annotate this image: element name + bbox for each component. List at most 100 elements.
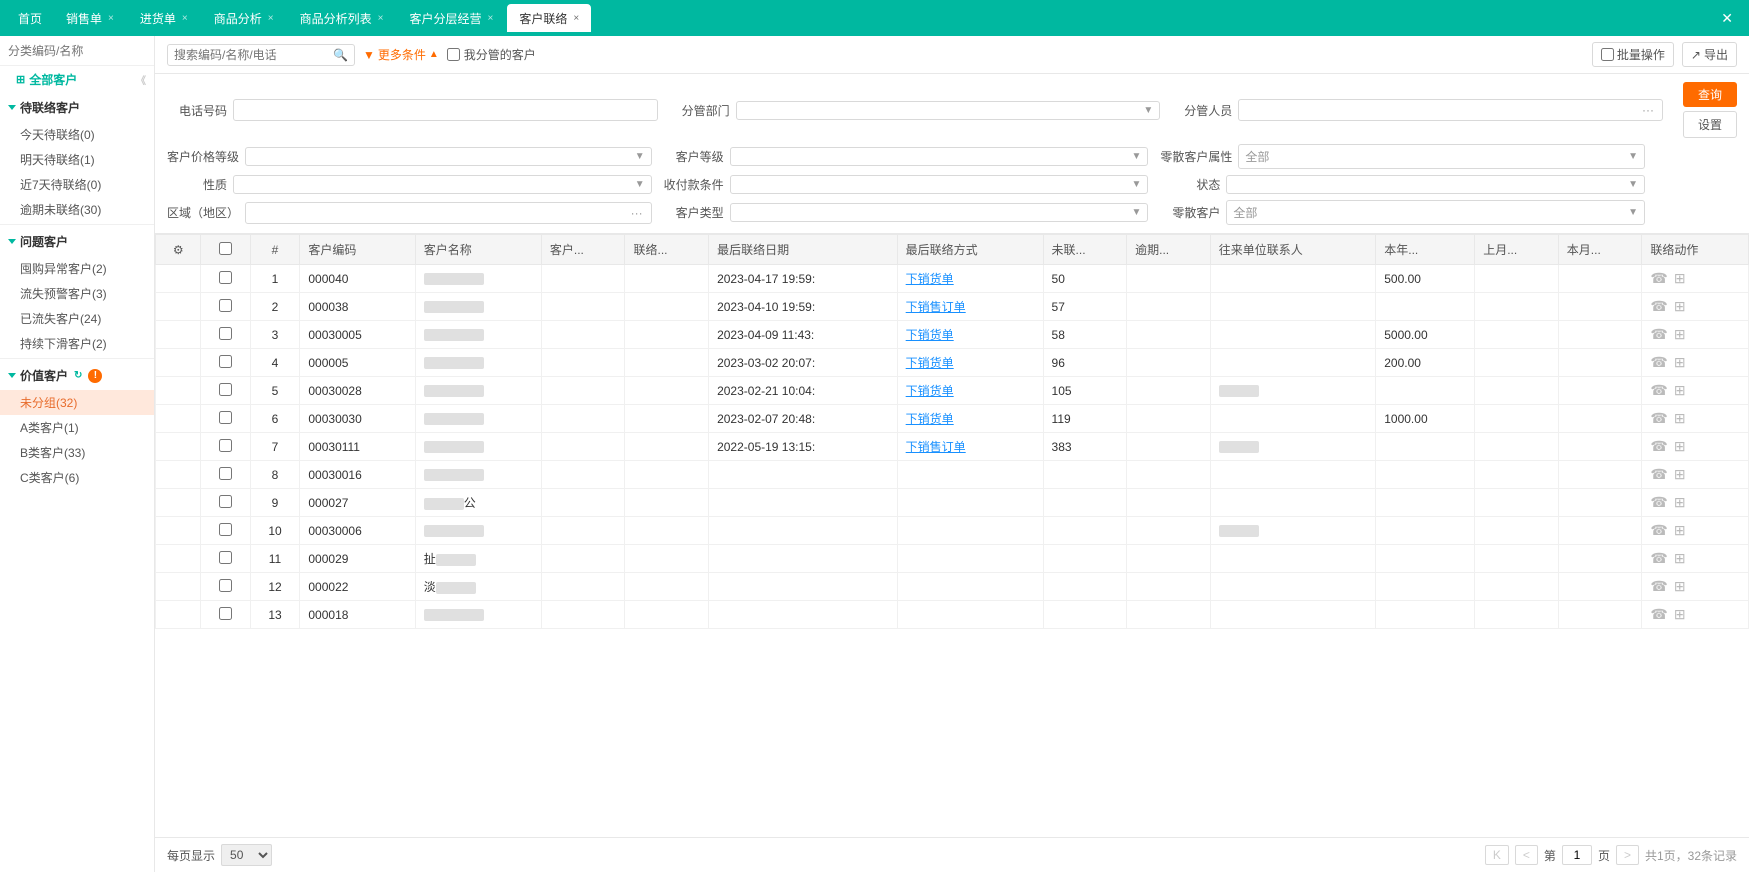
phone-action-icon[interactable]: ☎ bbox=[1650, 606, 1667, 623]
price-grade-select[interactable]: ▼ bbox=[245, 147, 652, 166]
sidebar-item-a-class[interactable]: A类客户(1) bbox=[0, 415, 154, 440]
retail-select[interactable]: 全部 ▼ bbox=[1226, 200, 1645, 225]
sidebar-item-churned[interactable]: 已流失客户(24) bbox=[0, 306, 154, 331]
retail-attr-select[interactable]: 全部 ▼ bbox=[1238, 144, 1645, 169]
contact-method-link[interactable]: 下销货单 bbox=[906, 272, 954, 286]
phone-action-icon[interactable]: ☎ bbox=[1650, 354, 1667, 371]
nav-home[interactable]: 首页 bbox=[8, 10, 52, 27]
first-page-btn[interactable]: K bbox=[1485, 845, 1509, 865]
phone-action-icon[interactable]: ☎ bbox=[1650, 382, 1667, 399]
more-icon[interactable]: ··· bbox=[1640, 103, 1656, 117]
window-close-button[interactable]: ✕ bbox=[1713, 10, 1741, 27]
phone-action-icon[interactable]: ☎ bbox=[1650, 410, 1667, 427]
sidebar-group-value[interactable]: 价值客户 ↻ ! bbox=[0, 361, 154, 390]
more-icon[interactable]: ··· bbox=[629, 206, 645, 220]
next-page-btn[interactable]: > bbox=[1616, 845, 1639, 865]
phone-action-icon[interactable]: ☎ bbox=[1650, 438, 1667, 455]
nav-tab-customer-contact[interactable]: 客户联络 × bbox=[507, 4, 591, 32]
row-checkbox[interactable] bbox=[219, 383, 232, 396]
close-icon[interactable]: × bbox=[378, 13, 384, 24]
payment-select[interactable]: ▼ bbox=[730, 175, 1149, 194]
grid-action-icon[interactable]: ⊞ bbox=[1674, 466, 1686, 483]
close-icon[interactable]: × bbox=[573, 13, 579, 24]
page-number-input[interactable] bbox=[1562, 845, 1592, 865]
col-settings[interactable]: ⚙ bbox=[156, 235, 201, 265]
phone-action-icon[interactable]: ☎ bbox=[1650, 494, 1667, 511]
close-icon[interactable]: × bbox=[487, 13, 493, 24]
row-checkbox[interactable] bbox=[219, 411, 232, 424]
row-checkbox[interactable] bbox=[219, 327, 232, 340]
reset-button[interactable]: 设置 bbox=[1683, 111, 1737, 138]
phone-action-icon[interactable]: ☎ bbox=[1650, 550, 1667, 567]
my-customers-check[interactable] bbox=[447, 48, 460, 61]
sidebar-group-problem[interactable]: 问题客户 bbox=[0, 227, 154, 256]
row-checkbox[interactable] bbox=[219, 579, 232, 592]
contact-method-link[interactable]: 下销售订单 bbox=[906, 300, 966, 314]
grid-action-icon[interactable]: ⊞ bbox=[1674, 270, 1686, 287]
grid-action-icon[interactable]: ⊞ bbox=[1674, 298, 1686, 315]
grid-action-icon[interactable]: ⊞ bbox=[1674, 438, 1686, 455]
grid-action-icon[interactable]: ⊞ bbox=[1674, 522, 1686, 539]
row-checkbox[interactable] bbox=[219, 271, 232, 284]
grid-action-icon[interactable]: ⊞ bbox=[1674, 354, 1686, 371]
sidebar-item-abnormal[interactable]: 囤购异常客户(2) bbox=[0, 256, 154, 281]
customer-grade-select[interactable]: ▼ bbox=[730, 147, 1149, 166]
nature-select[interactable]: ▼ bbox=[233, 175, 652, 194]
contact-method-link[interactable]: 下销货单 bbox=[906, 384, 954, 398]
prev-page-btn[interactable]: < bbox=[1515, 845, 1538, 865]
contact-method-link[interactable]: 下销货单 bbox=[906, 412, 954, 426]
batch-operation-btn[interactable]: 批量操作 bbox=[1592, 42, 1674, 67]
row-checkbox[interactable] bbox=[219, 495, 232, 508]
phone-action-icon[interactable]: ☎ bbox=[1650, 578, 1667, 595]
contact-method-link[interactable]: 下销货单 bbox=[906, 328, 954, 342]
region-select[interactable]: ··· bbox=[245, 202, 652, 224]
status-select[interactable]: ▼ bbox=[1226, 175, 1645, 194]
nav-tab-purchase[interactable]: 进货单 × bbox=[128, 4, 200, 32]
sidebar-item-churn-warning[interactable]: 流失预警客户(3) bbox=[0, 281, 154, 306]
phone-action-icon[interactable]: ☎ bbox=[1650, 466, 1667, 483]
grid-action-icon[interactable]: ⊞ bbox=[1674, 326, 1686, 343]
row-checkbox[interactable] bbox=[219, 467, 232, 480]
batch-check[interactable] bbox=[1601, 48, 1614, 61]
customer-type-select[interactable]: ▼ bbox=[730, 203, 1149, 222]
contact-method-link[interactable]: 下销货单 bbox=[906, 356, 954, 370]
my-customers-checkbox[interactable]: 我分管的客户 bbox=[447, 46, 536, 63]
phone-action-icon[interactable]: ☎ bbox=[1650, 326, 1667, 343]
row-checkbox[interactable] bbox=[219, 355, 232, 368]
sidebar-item-tomorrow[interactable]: 明天待联络(1) bbox=[0, 147, 154, 172]
nav-tab-analysis-list[interactable]: 商品分析列表 × bbox=[288, 4, 396, 32]
grid-action-icon[interactable]: ⊞ bbox=[1674, 382, 1686, 399]
select-all-checkbox[interactable] bbox=[219, 242, 232, 255]
sidebar-group-pending[interactable]: 待联络客户 bbox=[0, 93, 154, 122]
refresh-icon[interactable]: ↻ bbox=[74, 370, 82, 381]
sidebar-search-input[interactable] bbox=[8, 44, 155, 58]
page-size-select[interactable]: 50 100 200 bbox=[221, 844, 272, 866]
collapse-icon[interactable]: 《 bbox=[136, 72, 146, 87]
close-icon[interactable]: × bbox=[268, 13, 274, 24]
grid-action-icon[interactable]: ⊞ bbox=[1674, 550, 1686, 567]
sidebar-item-b-class[interactable]: B类客户(33) bbox=[0, 440, 154, 465]
row-checkbox[interactable] bbox=[219, 439, 232, 452]
query-button[interactable]: 查询 bbox=[1683, 82, 1737, 107]
grid-action-icon[interactable]: ⊞ bbox=[1674, 494, 1686, 511]
sidebar-item-declining[interactable]: 持续下滑客户(2) bbox=[0, 331, 154, 356]
grid-action-icon[interactable]: ⊞ bbox=[1674, 578, 1686, 595]
sidebar-item-c-class[interactable]: C类客户(6) bbox=[0, 465, 154, 490]
contact-method-link[interactable]: 下销售订单 bbox=[906, 440, 966, 454]
search-input[interactable] bbox=[174, 48, 329, 62]
grid-action-icon[interactable]: ⊞ bbox=[1674, 606, 1686, 623]
close-icon[interactable]: × bbox=[108, 13, 114, 24]
manager-select[interactable]: ··· bbox=[1238, 99, 1663, 121]
dept-select[interactable]: ▼ bbox=[736, 101, 1161, 120]
sidebar-item-today[interactable]: 今天待联络(0) bbox=[0, 122, 154, 147]
sidebar-item-ungrouped[interactable]: 未分组(32) bbox=[0, 390, 154, 415]
nav-tab-customer-segment[interactable]: 客户分层经营 × bbox=[397, 4, 505, 32]
row-checkbox[interactable] bbox=[219, 607, 232, 620]
more-conditions-btn[interactable]: ▼ 更多条件 ▲ bbox=[363, 46, 439, 63]
sidebar-item-overdue[interactable]: 逾期未联络(30) bbox=[0, 197, 154, 222]
nav-tab-analysis[interactable]: 商品分析 × bbox=[202, 4, 286, 32]
row-checkbox[interactable] bbox=[219, 523, 232, 536]
row-checkbox[interactable] bbox=[219, 551, 232, 564]
nav-tab-sales[interactable]: 销售单 × bbox=[54, 4, 126, 32]
phone-action-icon[interactable]: ☎ bbox=[1650, 298, 1667, 315]
